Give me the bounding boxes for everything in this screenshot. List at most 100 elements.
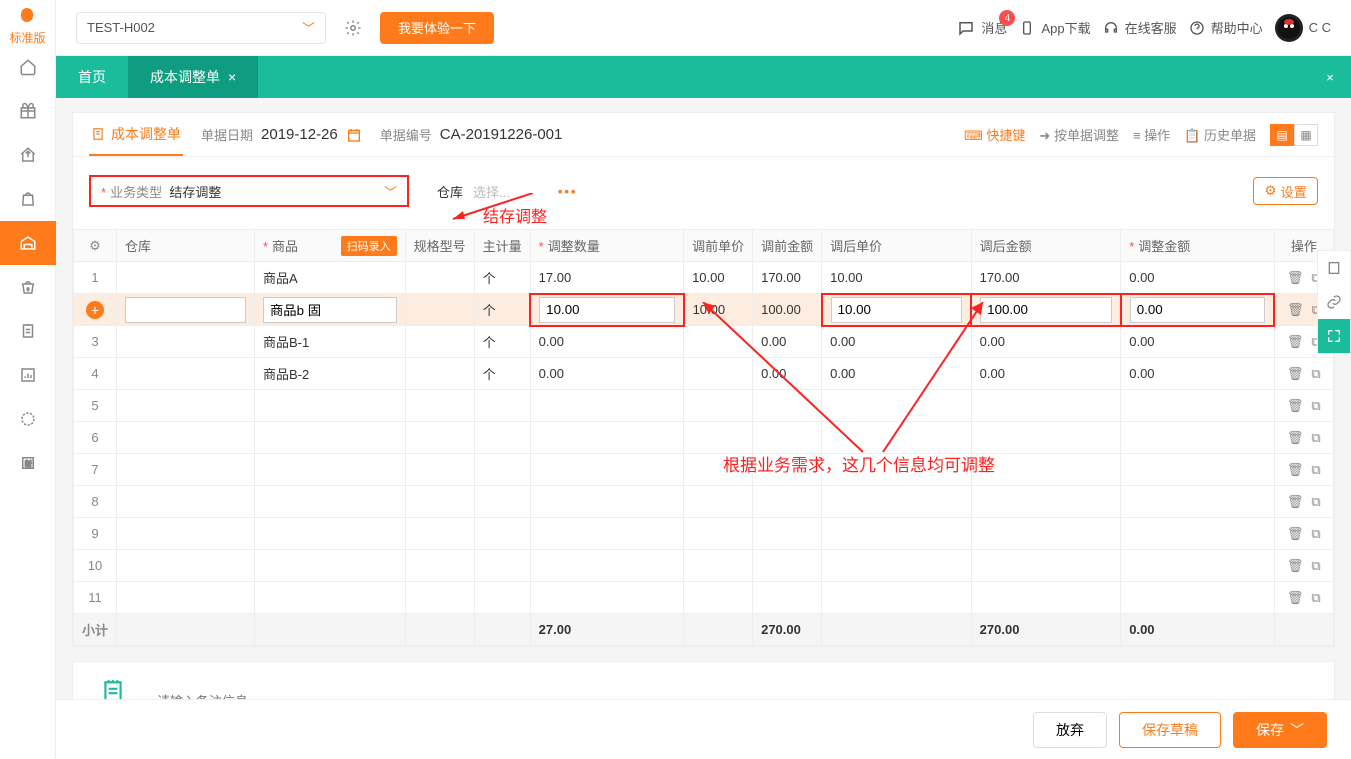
dock-note-icon[interactable] <box>1318 251 1350 285</box>
org-settings-icon[interactable] <box>338 13 368 43</box>
row-index: 8 <box>74 486 117 518</box>
user-menu[interactable]: C C <box>1275 14 1331 42</box>
delete-row-icon[interactable]: 🗑 <box>1287 430 1304 445</box>
help-center-button[interactable]: 帮助中心 <box>1189 18 1263 37</box>
nav-report-icon[interactable] <box>0 353 56 397</box>
nav-money-icon[interactable] <box>0 265 56 309</box>
delete-row-icon[interactable]: 🗑 <box>1287 302 1304 317</box>
tab-home[interactable]: 首页 <box>56 56 128 98</box>
nav-home-icon[interactable] <box>0 45 56 89</box>
doc-date: 单据日期 2019-12-26 <box>201 125 362 144</box>
customer-service-button[interactable]: 在线客服 <box>1103 18 1177 37</box>
row-index: 1 <box>74 262 117 294</box>
view-toggle: ▤ ▦ <box>1270 124 1318 146</box>
delete-row-icon[interactable]: 🗑 <box>1287 398 1304 413</box>
more-fields-icon[interactable]: ••• <box>558 184 578 199</box>
view-list-icon[interactable]: ▤ <box>1270 124 1294 146</box>
copy-row-icon[interactable]: ⧉ <box>1311 494 1320 509</box>
copy-row-icon[interactable]: ⧉ <box>1311 526 1320 541</box>
delete-row-icon[interactable]: 🗑 <box>1287 526 1304 541</box>
col-adj-amt: *调整金额 <box>1121 230 1274 262</box>
discard-button[interactable]: 放弃 <box>1033 712 1107 748</box>
table-row[interactable]: 11 🗑 ⧉ <box>74 582 1334 614</box>
org-select[interactable]: TEST-H002 ﹀ <box>76 12 326 44</box>
col-qty: *调整数量 <box>530 230 683 262</box>
copy-row-icon[interactable]: ⧉ <box>1311 398 1320 413</box>
save-button[interactable]: 保存﹀ <box>1233 712 1327 748</box>
row-index: 9 <box>74 518 117 550</box>
nav-process-icon[interactable] <box>0 397 56 441</box>
row-index: 10 <box>74 550 117 582</box>
warehouse-input[interactable] <box>125 297 246 323</box>
messages-button[interactable]: 消息 4 <box>957 18 1007 37</box>
doc-settings-button[interactable]: ⚙ 设置 <box>1253 177 1318 205</box>
row-index: 5 <box>74 390 117 422</box>
view-grid-icon[interactable]: ▦ <box>1294 124 1318 146</box>
tab-cost-adjustment[interactable]: 成本调整单× <box>128 56 258 98</box>
history-button[interactable]: 📋 历史单据 <box>1184 125 1256 144</box>
scan-input-button[interactable]: 扫码录入 <box>341 236 397 256</box>
table-row[interactable]: 10 🗑 ⧉ <box>74 550 1334 582</box>
nav-clipboard-icon[interactable] <box>0 309 56 353</box>
operate-button[interactable]: ≡ 操作 <box>1133 125 1170 144</box>
product-input[interactable] <box>263 297 397 323</box>
close-all-tabs-icon[interactable]: × <box>1309 56 1351 98</box>
app-logo: 标准版 <box>9 6 45 45</box>
chevron-down-icon: ﹀ <box>1290 720 1304 740</box>
try-button[interactable]: 我要体验一下 <box>380 12 494 44</box>
nav-upload-icon[interactable] <box>0 133 56 177</box>
save-draft-button[interactable]: 保存草稿 <box>1119 712 1221 748</box>
row-index: 4 <box>74 358 117 390</box>
chevron-down-icon: ﹀ <box>302 18 315 37</box>
delete-row-icon[interactable]: 🗑 <box>1287 462 1304 477</box>
footer-actions: 放弃 保存草稿 保存﹀ <box>56 699 1351 759</box>
adjust-by-bill-button[interactable]: ➜ 按单据调整 <box>1039 125 1119 144</box>
col-pre-amt: 调前金额 <box>753 230 822 262</box>
col-post-price: 调后单价 <box>822 230 972 262</box>
dock-link-icon[interactable] <box>1318 285 1350 319</box>
hotkey-button[interactable]: ⌨ 快捷键 <box>964 125 1025 144</box>
col-pre-price: 调前单价 <box>684 230 753 262</box>
doc-tab-active[interactable]: 成本调整单 <box>89 113 183 156</box>
avatar <box>1275 14 1303 42</box>
delete-row-icon[interactable]: 🗑 <box>1287 366 1304 381</box>
nav-warehouse-icon[interactable] <box>0 221 56 265</box>
col-warehouse: 仓库 <box>117 230 255 262</box>
page-tabs: 首页 成本调整单× × <box>56 56 1351 98</box>
nav-bag-icon[interactable] <box>0 177 56 221</box>
nav-gift-icon[interactable] <box>0 89 56 133</box>
col-post-amt: 调后金额 <box>971 230 1121 262</box>
copy-row-icon[interactable]: ⧉ <box>1311 366 1320 381</box>
close-icon[interactable]: × <box>228 69 236 85</box>
calendar-icon[interactable] <box>346 127 362 143</box>
svg-text:新: 新 <box>25 459 32 468</box>
row-index: + <box>74 294 117 326</box>
add-row-icon[interactable]: + <box>86 301 104 319</box>
table-row[interactable]: 9 🗑 ⧉ <box>74 518 1334 550</box>
adj-amt-input[interactable] <box>1130 297 1265 323</box>
copy-row-icon[interactable]: ⧉ <box>1311 430 1320 445</box>
delete-row-icon[interactable]: 🗑 <box>1287 590 1304 605</box>
remark-input[interactable] <box>157 694 1318 699</box>
table-row[interactable]: 8 🗑 ⧉ <box>74 486 1334 518</box>
col-unit: 主计量 <box>474 230 530 262</box>
top-bar: TEST-H002 ﹀ 我要体验一下 消息 4 App下载 在线客服 <box>56 0 1351 56</box>
delete-row-icon[interactable]: 🗑 <box>1287 334 1304 349</box>
dock-expand-icon[interactable] <box>1318 319 1350 353</box>
table-row[interactable]: 1商品A个17.0010.00170.0010.00170.000.00🗑⧉ <box>74 262 1334 294</box>
message-badge: 4 <box>999 10 1015 26</box>
delete-row-icon[interactable]: 🗑 <box>1287 558 1304 573</box>
delete-row-icon[interactable]: 🗑 <box>1287 494 1304 509</box>
copy-row-icon[interactable]: ⧉ <box>1311 558 1320 573</box>
col-spec: 规格型号 <box>405 230 474 262</box>
nav-new-icon[interactable]: 新 <box>0 441 56 485</box>
app-download-button[interactable]: App下载 <box>1019 18 1090 37</box>
remark-section: 备注信息 <box>72 661 1335 699</box>
delete-row-icon[interactable]: 🗑 <box>1287 270 1304 285</box>
business-type-select[interactable]: *业务类型 结存调整 ﹀ <box>89 175 409 207</box>
copy-row-icon[interactable]: ⧉ <box>1311 590 1320 605</box>
col-settings-icon[interactable]: ⚙ <box>74 230 117 262</box>
copy-row-icon[interactable]: ⧉ <box>1311 462 1320 477</box>
row-index: 3 <box>74 326 117 358</box>
row-index: 11 <box>74 582 117 614</box>
